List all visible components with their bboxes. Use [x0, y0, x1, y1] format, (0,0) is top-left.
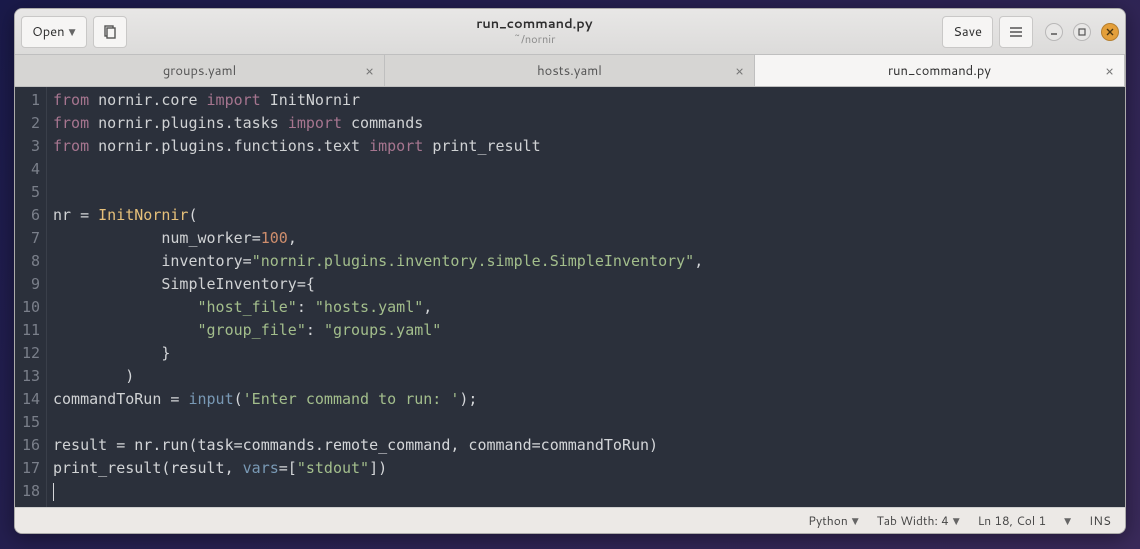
code-line[interactable]: "host_file": "hosts.yaml",: [53, 296, 1125, 319]
tab-run-command-py[interactable]: run_command.py ×: [755, 55, 1125, 86]
line-number: 13: [15, 365, 40, 388]
code-line[interactable]: print_result(result, vars=["stdout"]): [53, 457, 1125, 480]
line-number: 8: [15, 250, 40, 273]
line-number: 10: [15, 296, 40, 319]
statusbar: Python ▼ Tab Width: 4 ▼ Ln 18, Col 1 ▼ I…: [15, 507, 1125, 533]
code-line[interactable]: commandToRun = input('Enter command to r…: [53, 388, 1125, 411]
line-number-gutter: 123456789101112131415161718: [15, 87, 47, 507]
hamburger-menu-button[interactable]: [999, 16, 1033, 48]
tab-close-icon[interactable]: ×: [365, 61, 374, 81]
close-icon: [1105, 27, 1115, 37]
editor-window: Open ▼ run_command.py ~/nornir Save: [14, 8, 1126, 534]
tab-label: hosts.yaml: [537, 62, 602, 80]
chevron-down-icon: ▼: [852, 514, 859, 527]
tab-close-icon[interactable]: ×: [1105, 61, 1114, 81]
code-line[interactable]: from nornir.core import InitNornir: [53, 89, 1125, 112]
maximize-icon: [1077, 27, 1087, 37]
hamburger-icon: [1009, 25, 1023, 39]
line-number: 11: [15, 319, 40, 342]
line-number: 7: [15, 227, 40, 250]
code-line[interactable]: inventory="nornir.plugins.inventory.simp…: [53, 250, 1125, 273]
code-line[interactable]: nr = InitNornir(: [53, 204, 1125, 227]
code-line[interactable]: "group_file": "groups.yaml": [53, 319, 1125, 342]
code-line[interactable]: result = nr.run(task=commands.remote_com…: [53, 434, 1125, 457]
line-number: 15: [15, 411, 40, 434]
minimize-icon: [1049, 27, 1059, 37]
tab-label: run_command.py: [888, 62, 991, 80]
window-controls: [1045, 23, 1119, 41]
line-number: 12: [15, 342, 40, 365]
code-line[interactable]: SimpleInventory={: [53, 273, 1125, 296]
code-line[interactable]: num_worker=100,: [53, 227, 1125, 250]
line-number: 9: [15, 273, 40, 296]
line-number: 6: [15, 204, 40, 227]
code-line[interactable]: ): [53, 365, 1125, 388]
line-number: 17: [15, 457, 40, 480]
code-line[interactable]: }: [53, 342, 1125, 365]
code-line[interactable]: [53, 181, 1125, 204]
line-number: 5: [15, 181, 40, 204]
code-line[interactable]: [53, 158, 1125, 181]
code-line[interactable]: from nornir.plugins.tasks import command…: [53, 112, 1125, 135]
save-button[interactable]: Save: [942, 16, 993, 48]
line-number: 3: [15, 135, 40, 158]
line-number: 16: [15, 434, 40, 457]
code-line[interactable]: from nornir.plugins.functions.text impor…: [53, 135, 1125, 158]
open-button-label: Open: [32, 23, 65, 41]
line-number: 18: [15, 480, 40, 503]
titlebar: Open ▼ run_command.py ~/nornir Save: [15, 9, 1125, 55]
tab-groups-yaml[interactable]: groups.yaml ×: [15, 55, 385, 86]
cursor-position-label: Ln 18, Col 1: [978, 512, 1046, 529]
title-area: run_command.py ~/nornir: [133, 17, 937, 46]
editor-area[interactable]: 123456789101112131415161718 from nornir.…: [15, 87, 1125, 507]
chevron-down-icon: ▼: [1064, 514, 1071, 527]
tab-hosts-yaml[interactable]: hosts.yaml ×: [385, 55, 755, 86]
language-selector[interactable]: Python ▼: [808, 512, 858, 529]
code-line[interactable]: [53, 480, 1125, 503]
close-button[interactable]: [1101, 23, 1119, 41]
insert-mode[interactable]: INS: [1089, 512, 1111, 529]
new-document-icon: [102, 24, 118, 40]
tab-label: groups.yaml: [163, 62, 236, 80]
line-number: 1: [15, 89, 40, 112]
line-number: 2: [15, 112, 40, 135]
text-cursor: [53, 483, 54, 501]
insert-mode-label: INS: [1089, 512, 1111, 529]
tabbar: groups.yaml × hosts.yaml × run_command.p…: [15, 55, 1125, 87]
code-line[interactable]: [53, 411, 1125, 434]
tab-width-selector[interactable]: Tab Width: 4 ▼: [877, 512, 960, 529]
new-tab-button[interactable]: [93, 16, 127, 48]
language-label: Python: [808, 512, 848, 529]
window-subtitle: ~/nornir: [133, 33, 937, 46]
cursor-position[interactable]: Ln 18, Col 1: [978, 512, 1046, 529]
open-button[interactable]: Open ▼: [21, 16, 87, 48]
maximize-button[interactable]: [1073, 23, 1091, 41]
line-number: 14: [15, 388, 40, 411]
chevron-down-icon: ▼: [69, 25, 76, 38]
chevron-down-icon: ▼: [953, 514, 960, 527]
line-number: 4: [15, 158, 40, 181]
code-content[interactable]: from nornir.core import InitNornirfrom n…: [47, 87, 1125, 507]
save-button-label: Save: [953, 23, 982, 41]
tab-width-label: Tab Width: 4: [877, 512, 949, 529]
minimize-button[interactable]: [1045, 23, 1063, 41]
tab-close-icon[interactable]: ×: [735, 61, 744, 81]
